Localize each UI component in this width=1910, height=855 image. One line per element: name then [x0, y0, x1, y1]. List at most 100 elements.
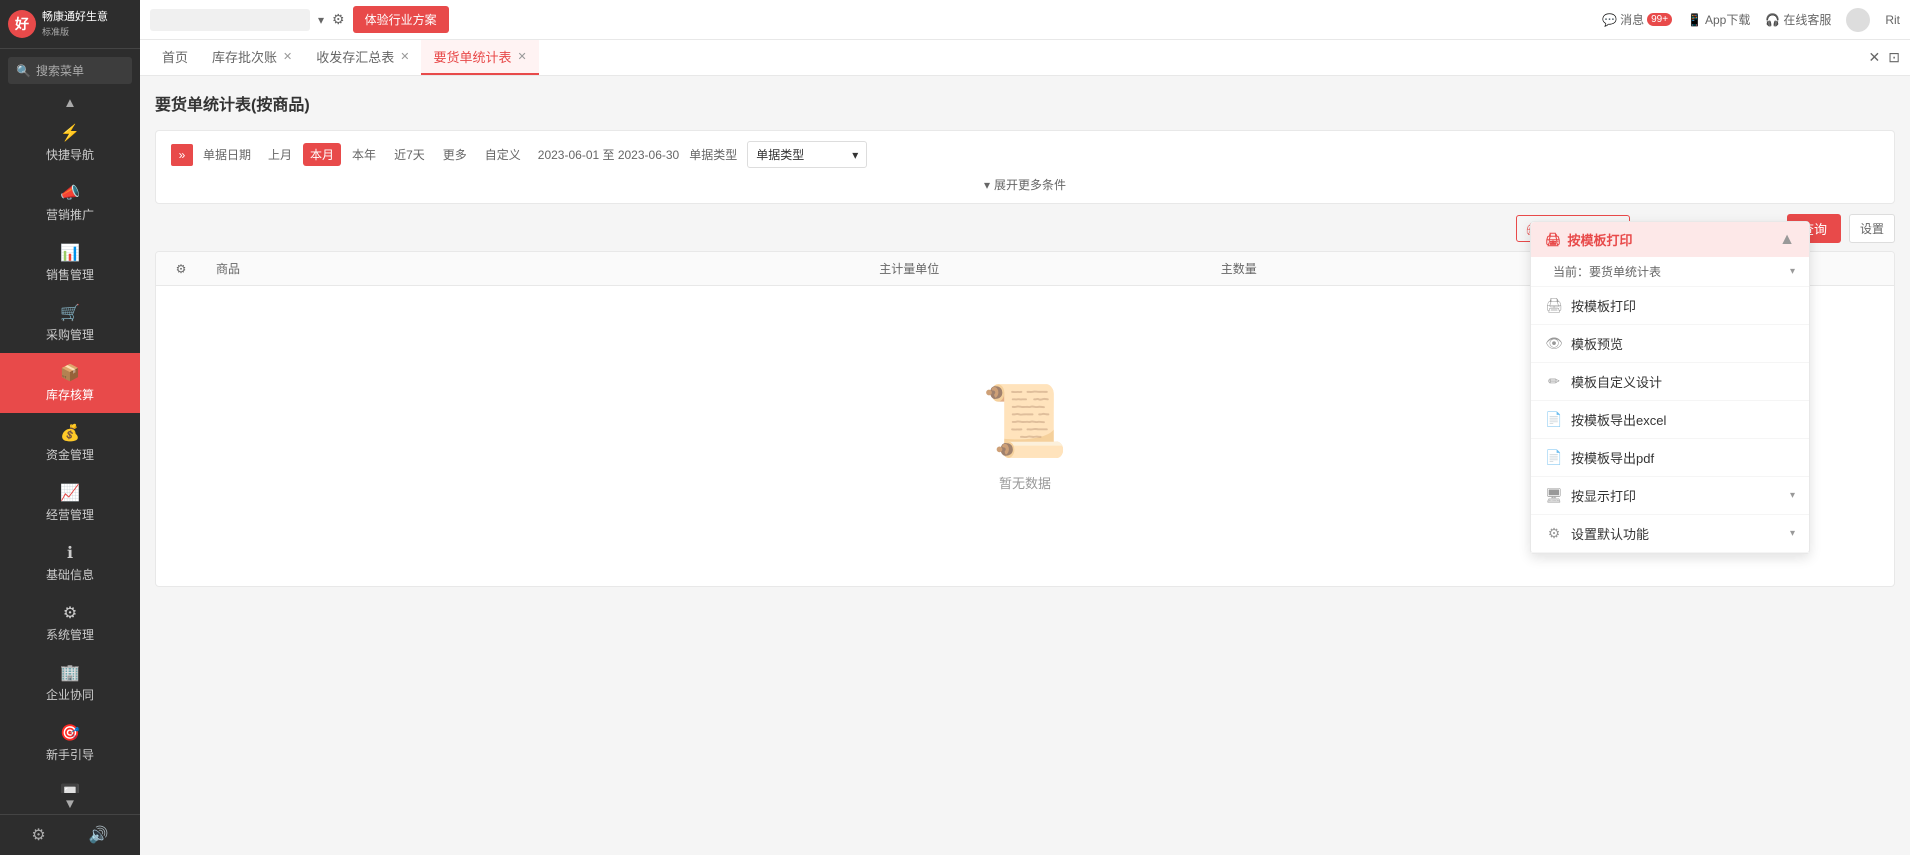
dropdown-title: 🖨 按模板打印: [1545, 230, 1633, 249]
date-prev-month-btn[interactable]: 上月: [261, 143, 299, 166]
topbar-right: 💬 消息 99+ 📱 App下载 🎧 在线客服 Rit: [1602, 8, 1900, 32]
date-label: 单据日期: [203, 146, 251, 163]
sidebar-item-purchase[interactable]: 🛒 采购管理: [0, 293, 140, 353]
display-print-icon: 🖥: [1545, 487, 1563, 504]
topbar-gear-btn[interactable]: ⚙: [332, 11, 345, 28]
dropdown-header: 🖨 按模板打印 ▲: [1531, 222, 1809, 257]
operations-icon: 📈: [60, 483, 80, 503]
sidebar-item-enterprise[interactable]: 🏢 企业协同: [0, 653, 140, 713]
sidebar-item-inventory[interactable]: 📦 库存核算: [0, 353, 140, 413]
dropdown-item-template-design[interactable]: ✏ 模板自定义设计: [1531, 363, 1809, 401]
dropdown-item-export-excel[interactable]: 📄 按模板导出excel: [1531, 401, 1809, 439]
dropdown-current-template: 当前：要货单统计表 ▾: [1531, 257, 1809, 287]
tab-maximize-btn[interactable]: ⊡: [1888, 49, 1900, 66]
empty-text: 暂无数据: [999, 473, 1051, 492]
tab-actions: ✕ ⊡: [1859, 40, 1910, 75]
tab-home[interactable]: 首页: [150, 40, 200, 75]
messages-btn[interactable]: 💬 消息 99+: [1602, 11, 1672, 28]
sidebar-item-system[interactable]: ⚙ 系统管理: [0, 593, 140, 653]
logo-icon: 好: [8, 10, 36, 38]
date-current-year-btn[interactable]: 本年: [345, 143, 383, 166]
marketing-icon: 📣: [60, 183, 80, 203]
volume-btn[interactable]: 🔊: [89, 825, 109, 845]
dropdown-item-template-preview[interactable]: 👁 模板预览: [1531, 325, 1809, 363]
sidebar-item-basic-info[interactable]: ℹ 基础信息: [0, 533, 140, 593]
quick-nav-icon: ⚡: [60, 123, 80, 143]
filter-bar: » 单据日期 上月 本月 本年 近7天 更多 自定义 2023-06-01 至 …: [155, 130, 1895, 204]
filter-row-2: ▾ 展开更多条件: [171, 176, 1879, 193]
tab-bar: 首页 库存批次账 ✕ 收发存汇总表 ✕ 要货单统计表 ✕ ✕ ⊡: [140, 40, 1910, 76]
system-icon: ⚙: [63, 603, 77, 623]
sidebar-scroll-down[interactable]: ▼: [0, 793, 140, 814]
basic-info-icon: ℹ: [67, 543, 73, 563]
page-content: 要货单统计表(按商品) » 单据日期 上月 本月 本年 近7天 更多 自定义 2…: [140, 76, 1910, 855]
date-current-month-btn[interactable]: 本月: [303, 143, 341, 166]
tab-order-stat[interactable]: 要货单统计表 ✕: [421, 40, 538, 75]
current-expand-icon: ▾: [1790, 266, 1795, 277]
tab-batch-close[interactable]: ✕: [283, 50, 292, 63]
sidebar-item-app-center[interactable]: 🔲 应用中心: [0, 773, 140, 793]
tab-receipt-close[interactable]: ✕: [400, 50, 409, 63]
order-type-label: 单据类型: [689, 146, 737, 163]
expand-more-btn[interactable]: ▾ 展开更多条件: [984, 176, 1066, 193]
dropdown-item-template-print[interactable]: 🖨 按模板打印: [1531, 287, 1809, 325]
col-unit: 主计量单位: [879, 260, 1201, 277]
expand-icon: ▾: [984, 178, 990, 192]
dropdown-item-export-pdf[interactable]: 📄 按模板导出pdf: [1531, 439, 1809, 477]
main-area: ▾ ⚙ 体验行业方案 💬 消息 99+ 📱 App下载 🎧 在线客服 Rit 首…: [140, 0, 1910, 855]
finance-icon: 💰: [60, 423, 80, 443]
display-print-chevron: ▾: [1790, 490, 1795, 501]
sidebar-scroll-up[interactable]: ▲: [0, 92, 140, 113]
app-download-btn[interactable]: 📱 App下载: [1687, 11, 1750, 28]
sidebar-item-sales[interactable]: 📊 销售管理: [0, 233, 140, 293]
date-more-btn[interactable]: 更多: [436, 143, 474, 166]
topbar-search-input[interactable]: [150, 9, 310, 31]
select-arrow-icon: ▾: [852, 148, 858, 162]
phone-icon: 📱: [1687, 13, 1702, 27]
date-filter-buttons: 上月 本月 本年 近7天 更多 自定义: [261, 143, 528, 166]
inventory-icon: 📦: [60, 363, 80, 383]
column-settings-btn[interactable]: 设置: [1849, 214, 1895, 243]
col-settings: ⚙: [166, 262, 196, 276]
user-avatar[interactable]: [1846, 8, 1870, 32]
dropdown-item-default-func[interactable]: ⚙ 设置默认功能 ▾: [1531, 515, 1809, 553]
tab-batch[interactable]: 库存批次账 ✕: [200, 40, 304, 75]
settings-bottom-btn[interactable]: ⚙: [31, 825, 45, 845]
default-func-icon: ⚙: [1545, 525, 1563, 542]
item-design-icon: ✏: [1545, 373, 1563, 390]
sidebar-item-operations[interactable]: 📈 经营管理: [0, 473, 140, 533]
messages-badge: 99+: [1647, 13, 1672, 26]
sidebar-item-marketing[interactable]: 📣 营销推广: [0, 173, 140, 233]
order-type-select[interactable]: 单据类型 ▾: [747, 141, 867, 168]
sidebar-nav: ⚡ 快捷导航 📣 营销推广 📊 销售管理 🛒 采购管理 📦 库存核算 💰 资金管…: [0, 113, 140, 793]
tab-close-all-btn[interactable]: ✕: [1869, 49, 1881, 66]
headset-icon: 🎧: [1765, 13, 1780, 27]
settings-icon[interactable]: ⚙: [176, 262, 187, 276]
col-qty: 主数量: [1221, 260, 1543, 277]
item-excel-icon: 📄: [1545, 411, 1563, 428]
date-last7-btn[interactable]: 近7天: [387, 143, 432, 166]
sidebar-item-quick-nav[interactable]: ⚡ 快捷导航: [0, 113, 140, 173]
date-custom-btn[interactable]: 自定义: [478, 143, 528, 166]
filter-expand-toggle[interactable]: »: [171, 144, 193, 166]
sidebar-search-area: 🔍 搜索菜单: [0, 49, 140, 92]
app-center-icon: 🔲: [60, 783, 80, 793]
tab-receipt[interactable]: 收发存汇总表 ✕: [304, 40, 421, 75]
sidebar-item-finance[interactable]: 💰 资金管理: [0, 413, 140, 473]
trial-industry-btn[interactable]: 体验行业方案: [353, 6, 449, 33]
app-logo: 好 畅康通好生意 标准版: [0, 0, 140, 49]
empty-illustration-icon: 📜: [981, 381, 1068, 463]
filter-row-1: » 单据日期 上月 本月 本年 近7天 更多 自定义 2023-06-01 至 …: [171, 141, 1879, 168]
item-printer-icon: 🖨: [1545, 297, 1563, 314]
username-label: Rit: [1885, 13, 1900, 27]
online-service-btn[interactable]: 🎧 在线客服: [1765, 11, 1831, 28]
dropdown-item-display-print[interactable]: 🖥 按显示打印 ▾: [1531, 477, 1809, 515]
tab-order-stat-close[interactable]: ✕: [518, 50, 527, 63]
printer-header-icon: 🖨: [1545, 232, 1562, 248]
topbar-dropdown-btn[interactable]: ▾: [318, 13, 324, 27]
sidebar-item-beginner[interactable]: 🎯 新手引导: [0, 713, 140, 773]
enterprise-icon: 🏢: [60, 663, 80, 683]
search-menu-button[interactable]: 🔍 搜索菜单: [8, 57, 132, 84]
sales-icon: 📊: [60, 243, 80, 263]
dropdown-close-btn[interactable]: ▲: [1779, 231, 1795, 249]
